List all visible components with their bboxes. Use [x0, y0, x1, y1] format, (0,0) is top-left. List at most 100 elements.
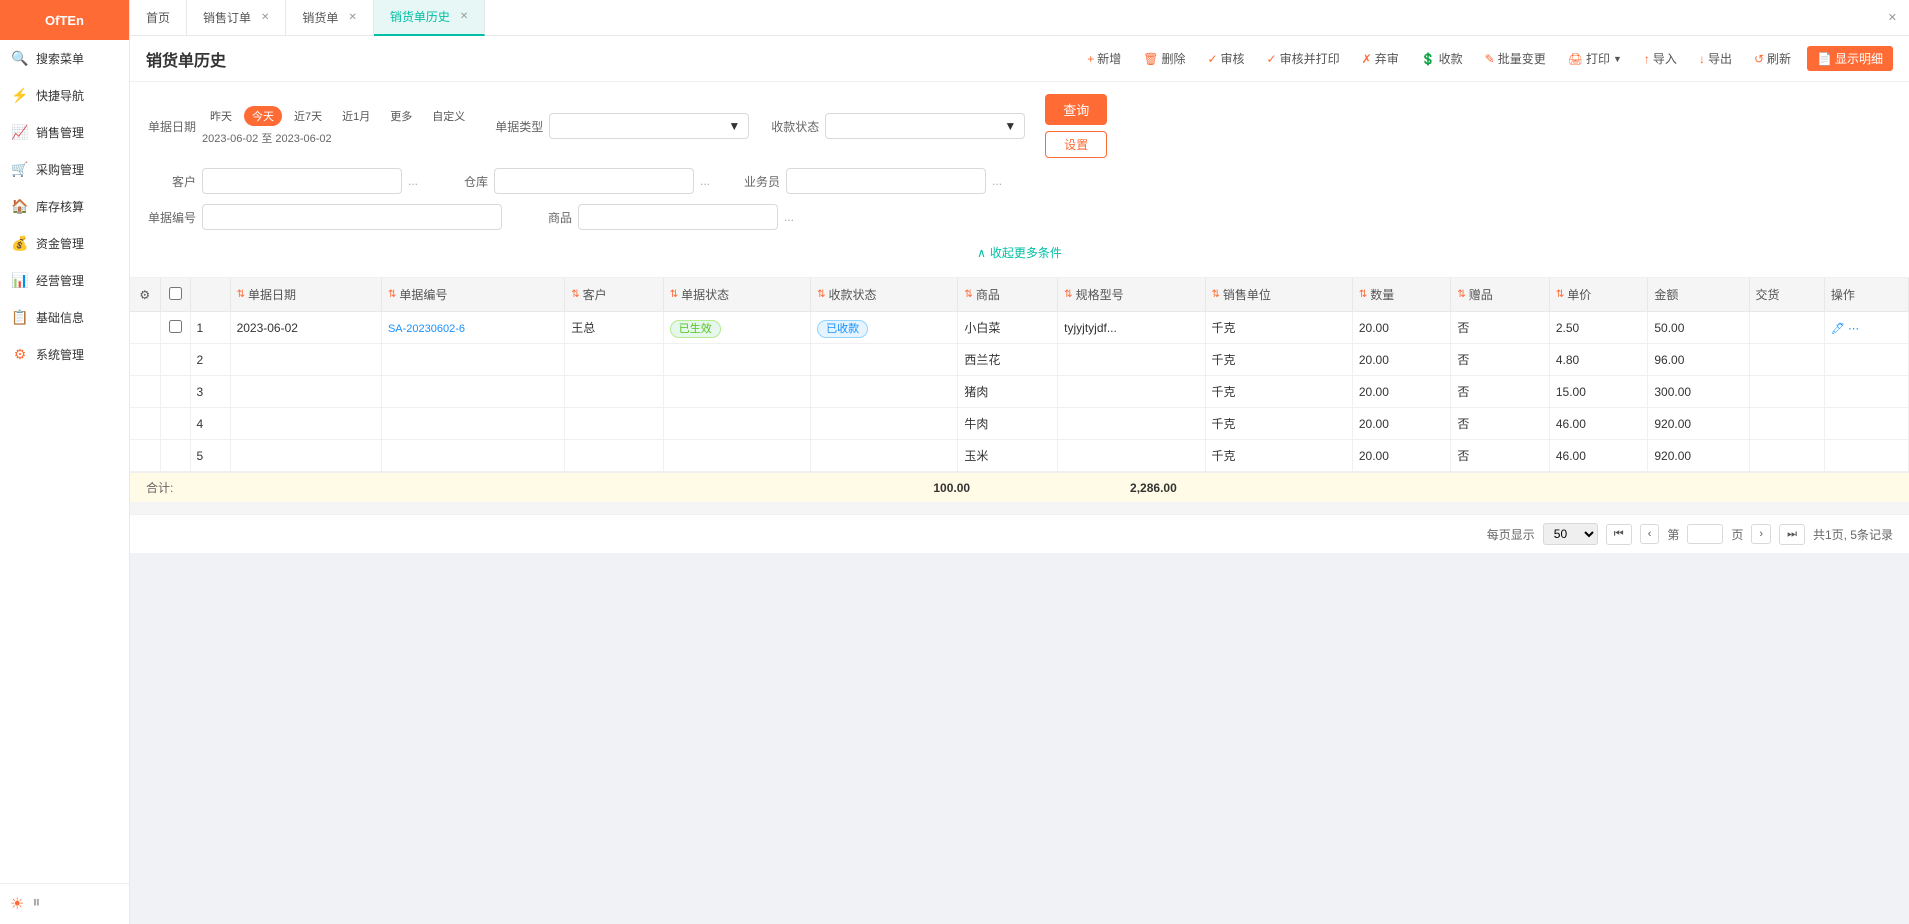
goods-more-btn[interactable]: ... [784, 210, 794, 224]
print-button[interactable]: 🖨 打印 ▼ [1562, 47, 1628, 70]
collect-status-filter: 收款状态 ▼ [769, 113, 1025, 139]
sidebar: OfTEn 🔍 搜索菜单 ⚡ 快捷导航 📈 销售管理 🛒 采购管理 🏠 库存核算… [0, 0, 130, 924]
select-all-checkbox[interactable] [169, 287, 182, 300]
cell-quantity: 20.00 [1352, 312, 1451, 344]
cell-gear [130, 312, 160, 344]
sidebar-item-purchase[interactable]: 🛒 采购管理 [0, 151, 129, 188]
export-button[interactable]: ↓ 导出 [1693, 47, 1738, 70]
first-page-btn[interactable]: ⏮ [1606, 524, 1632, 545]
sidebar-item-inventory[interactable]: 🏠 库存核算 [0, 188, 129, 225]
settings-button[interactable]: 设置 [1045, 131, 1107, 158]
import-button[interactable]: ↑ 导入 [1638, 47, 1683, 70]
audit-button[interactable]: ✓ 审核 [1201, 47, 1250, 70]
th-gear[interactable]: ⚙ [130, 278, 160, 312]
th-doc-no[interactable]: ⇅单据编号 [381, 278, 564, 312]
cell-checkbox[interactable] [160, 312, 190, 344]
salesperson-input[interactable] [786, 168, 986, 194]
doc-no-link[interactable]: SA-20230602-6 [388, 323, 465, 335]
pause-icon[interactable]: ⏸ [32, 894, 40, 914]
warehouse-input[interactable] [494, 168, 694, 194]
current-page-input[interactable]: 1 [1687, 524, 1723, 544]
date-btn-more[interactable]: 更多 [382, 106, 420, 126]
th-quantity[interactable]: ⇅数量 [1352, 278, 1451, 312]
cell-customer [565, 408, 664, 440]
doc-no-input[interactable] [202, 204, 502, 230]
app-logo: OfTEn [0, 0, 129, 40]
cell-customer: 王总 [565, 312, 664, 344]
th-doc-date[interactable]: ⇅单据日期 [230, 278, 381, 312]
delete-button[interactable]: 🗑 删除 [1137, 47, 1191, 70]
doc-type-select[interactable]: ▼ [549, 113, 749, 139]
th-customer[interactable]: ⇅客户 [565, 278, 664, 312]
last-page-btn[interactable]: ⏭ [1779, 524, 1805, 545]
close-all-tabs[interactable]: ✕ [1888, 11, 1897, 24]
goods-filter: 商品 ... [522, 204, 794, 230]
th-gift[interactable]: ⇅赠品 [1451, 278, 1550, 312]
th-collect-status[interactable]: ⇅收款状态 [811, 278, 958, 312]
th-checkbox[interactable] [160, 278, 190, 312]
new-button[interactable]: + 新增 [1081, 47, 1127, 70]
cell-checkbox[interactable] [160, 344, 190, 376]
collect-button[interactable]: 💲 收款 [1415, 47, 1469, 70]
query-button[interactable]: 查询 [1045, 94, 1107, 125]
date-btn-7days[interactable]: 近7天 [286, 106, 330, 126]
sidebar-item-search-menu[interactable]: 🔍 搜索菜单 [0, 40, 129, 77]
next-page-btn[interactable]: › [1751, 524, 1771, 544]
batch-change-button[interactable]: ✎ 批量变更 [1479, 47, 1552, 70]
sun-icon[interactable]: ☀ [10, 894, 24, 914]
show-detail-button[interactable]: 📄 显示明细 [1807, 46, 1893, 71]
cell-checkbox[interactable] [160, 376, 190, 408]
row-checkbox[interactable] [169, 320, 182, 333]
sidebar-item-basic-info[interactable]: 📋 基础信息 [0, 299, 129, 336]
abandon-button[interactable]: ✗ 弃审 [1356, 47, 1405, 70]
tab-sales-history[interactable]: 销货单历史 ✕ [374, 0, 485, 36]
date-btn-today[interactable]: 今天 [244, 106, 282, 126]
salesperson-more-btn[interactable]: ... [992, 174, 1002, 188]
warehouse-more-btn[interactable]: ... [700, 174, 710, 188]
close-sales-delivery-tab[interactable]: ✕ [348, 0, 356, 36]
search-icon: 🔍 [12, 51, 28, 67]
cell-doc-date [230, 344, 381, 376]
prev-page-btn[interactable]: ‹ [1640, 524, 1660, 544]
collect-status-select[interactable]: ▼ [825, 113, 1025, 139]
sidebar-item-sales[interactable]: 📈 销售管理 [0, 114, 129, 151]
close-sales-history-tab[interactable]: ✕ [460, 0, 468, 35]
cell-goods: 西兰花 [958, 344, 1058, 376]
doc-no-filter: 单据编号 [146, 204, 502, 230]
sidebar-item-finance[interactable]: 💰 资金管理 [0, 225, 129, 262]
th-unit[interactable]: ⇅销售单位 [1205, 278, 1352, 312]
top-nav: 首页 销售订单 ✕ 销货单 ✕ 销货单历史 ✕ ✕ [130, 0, 1909, 36]
tab-sales-order[interactable]: 销售订单 ✕ [187, 0, 286, 36]
date-btn-1month[interactable]: 近1月 [334, 106, 378, 126]
sidebar-item-sys-mgmt[interactable]: ⚙ 系统管理 [0, 336, 129, 373]
page-size-select[interactable]: 50 100 200 [1543, 523, 1598, 545]
edit-link[interactable]: 🖊 [1831, 323, 1845, 335]
close-sales-order-tab[interactable]: ✕ [261, 0, 269, 36]
th-doc-status[interactable]: ⇅单据状态 [663, 278, 810, 312]
cell-rownum: 4 [190, 408, 230, 440]
more-link[interactable]: ⋯ [1848, 323, 1859, 335]
collect-status-dropdown-icon: ▼ [1004, 119, 1016, 133]
horizontal-scrollbar[interactable] [130, 502, 1909, 514]
collapse-filter-btn[interactable]: ∧ 收起更多条件 [146, 240, 1893, 265]
cell-checkbox[interactable] [160, 440, 190, 472]
cell-checkbox[interactable] [160, 408, 190, 440]
sidebar-item-quick-nav[interactable]: ⚡ 快捷导航 [0, 77, 129, 114]
tab-sales-delivery[interactable]: 销货单 ✕ [286, 0, 373, 36]
th-goods[interactable]: ⇅商品 [958, 278, 1058, 312]
date-btn-custom[interactable]: 自定义 [424, 106, 473, 126]
customer-more-btn[interactable]: ... [408, 174, 418, 188]
customer-input[interactable] [202, 168, 402, 194]
sort-icon-docno: ⇅ [388, 289, 396, 300]
audit-print-button[interactable]: ✓ 审核并打印 [1261, 47, 1346, 70]
sidebar-item-operations[interactable]: 📊 经营管理 [0, 262, 129, 299]
cell-spec [1058, 376, 1205, 408]
goods-input[interactable] [578, 204, 778, 230]
tab-home[interactable]: 首页 [130, 0, 187, 36]
date-btn-yesterday[interactable]: 昨天 [202, 106, 240, 126]
th-price[interactable]: ⇅单价 [1549, 278, 1648, 312]
collect-status-badge: 已收款 [817, 320, 868, 338]
cell-doc-date [230, 376, 381, 408]
refresh-button[interactable]: ↺ 刷新 [1748, 47, 1797, 70]
th-spec[interactable]: ⇅规格型号 [1058, 278, 1205, 312]
